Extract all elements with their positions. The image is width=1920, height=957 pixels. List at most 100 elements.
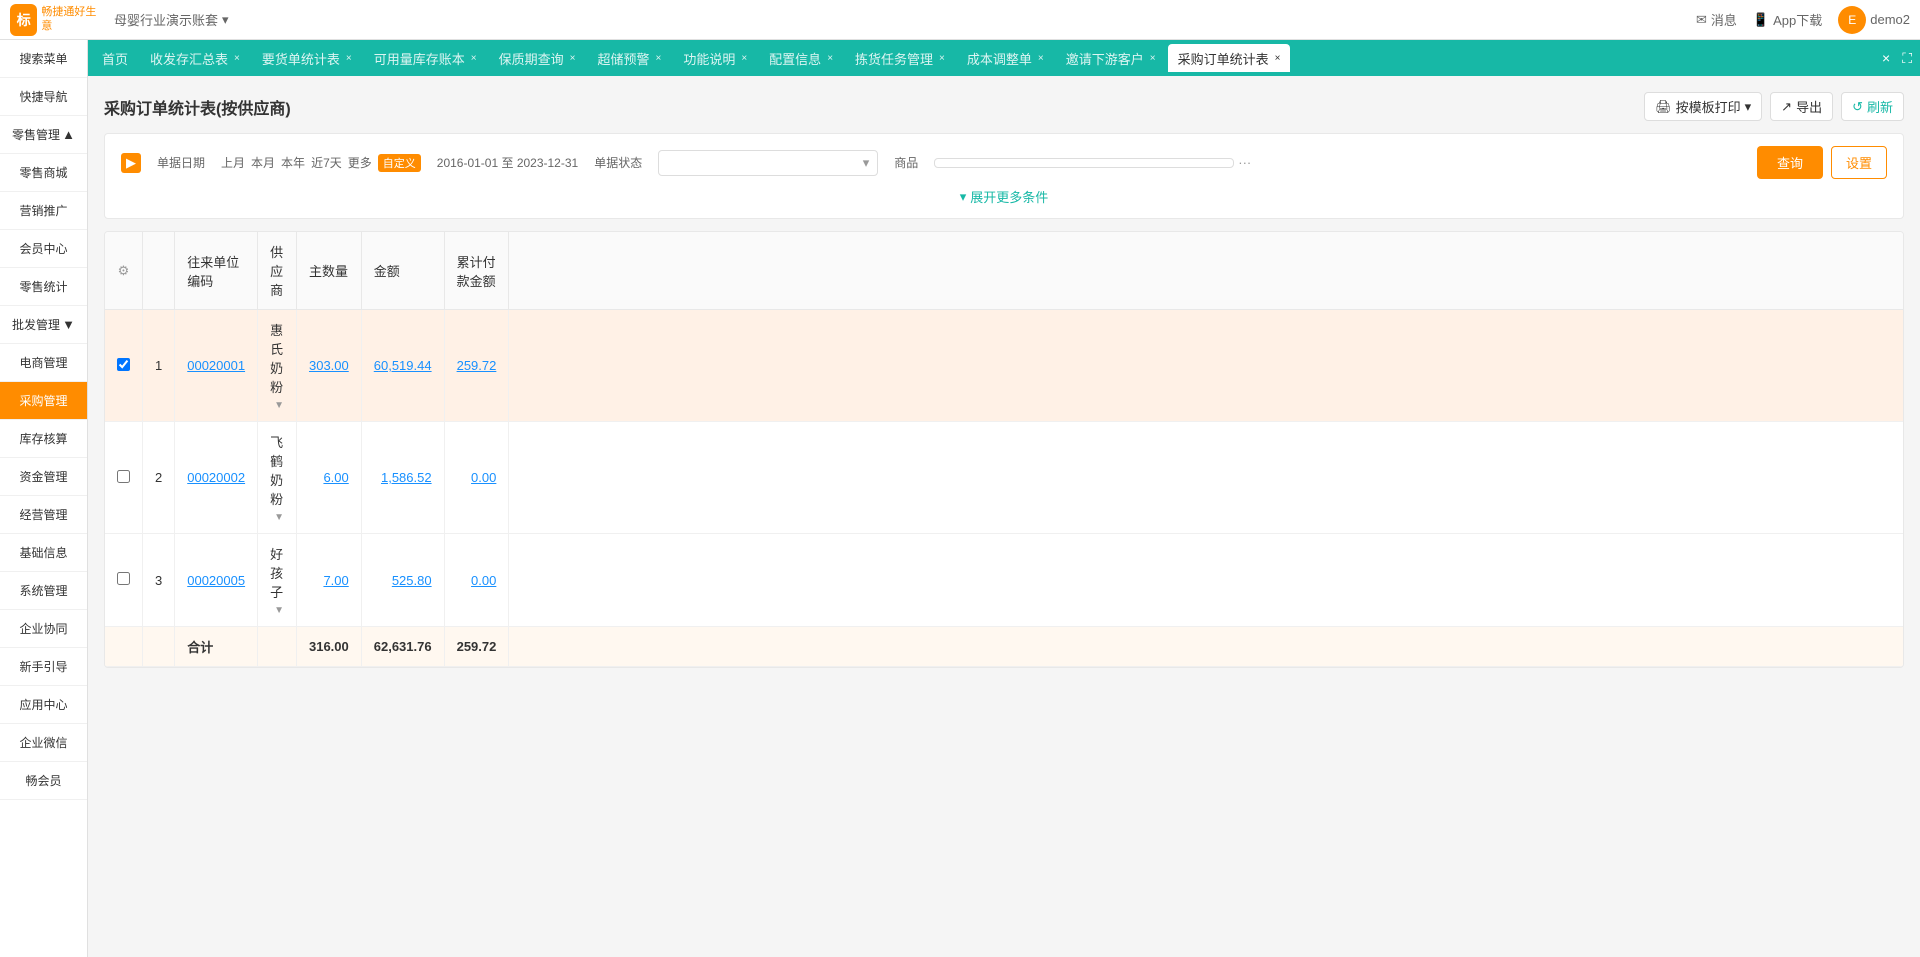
tab-home[interactable]: 首页 xyxy=(92,44,138,72)
sidebar-item-retail[interactable]: 零售管理 ▲ xyxy=(0,116,87,154)
tab-close-icon[interactable]: × xyxy=(1275,53,1281,64)
export-icon: ↗ xyxy=(1781,99,1792,115)
settings-icon[interactable]: ⚙ xyxy=(118,263,130,278)
tab-expiry[interactable]: 保质期查询 × xyxy=(489,44,586,72)
goods-more-button[interactable]: ··· xyxy=(1238,155,1251,170)
tab-invite[interactable]: 邀请下游客户 × xyxy=(1056,44,1166,72)
sidebar-item-marketing[interactable]: 营销推广 xyxy=(0,192,87,230)
td-row-check[interactable] xyxy=(105,422,143,534)
tab-close-icon[interactable]: × xyxy=(827,53,833,64)
sidebar-item-basic[interactable]: 基础信息 xyxy=(0,534,87,572)
tab-inventory-book[interactable]: 可用量库存账本 × xyxy=(364,44,487,72)
sidebar: 搜索菜单 快捷导航 零售管理 ▲ 零售商城 营销推广 会员中心 零售统计 批发管… xyxy=(0,40,88,957)
date-custom-tag[interactable]: 自定义 xyxy=(378,154,421,172)
td-qty[interactable]: 7.00 xyxy=(296,534,361,627)
workspace-selector[interactable]: 母婴行业演示账套 ▾ xyxy=(106,10,237,29)
table-row[interactable]: 2 00020002 飞鹤奶粉▼ 6.00 1,586.52 0.00 xyxy=(105,422,1903,534)
tab-close-icon[interactable]: × xyxy=(1038,53,1044,64)
tab-close-icon[interactable]: × xyxy=(1150,53,1156,64)
sidebar-item-batch[interactable]: 批发管理 ▼ xyxy=(0,306,87,344)
goods-input[interactable] xyxy=(934,158,1234,168)
td-amount[interactable]: 1,586.52 xyxy=(361,422,444,534)
tab-purchase-stat[interactable]: 要货单统计表 × xyxy=(252,44,362,72)
tab-close-icon[interactable]: × xyxy=(570,53,576,64)
export-button[interactable]: ↗ 导出 xyxy=(1770,92,1833,121)
tab-recv-send[interactable]: 收发存汇总表 × xyxy=(140,44,250,72)
table-row[interactable]: 1 00020001 惠氏奶粉▼ 303.00 60,519.44 259.72 xyxy=(105,310,1903,422)
user-area[interactable]: E demo2 xyxy=(1838,6,1910,34)
date-shortcut-more[interactable]: 更多 xyxy=(348,154,372,172)
th-settings[interactable]: ⚙ xyxy=(105,232,143,310)
filter-toggle-button[interactable]: ▶ xyxy=(121,153,141,173)
tab-overstock[interactable]: 超储预警 × xyxy=(587,44,671,72)
message-label: 消息 xyxy=(1711,10,1737,29)
tab-close-icon[interactable]: × xyxy=(939,53,945,64)
sidebar-item-system[interactable]: 系统管理 xyxy=(0,572,87,610)
chevron-down-icon: ▼ xyxy=(62,317,75,332)
sidebar-item-member[interactable]: 会员中心 xyxy=(0,230,87,268)
status-select[interactable]: ▾ xyxy=(658,150,878,176)
date-shortcut-thisyear[interactable]: 本年 xyxy=(281,154,305,172)
row-checkbox[interactable] xyxy=(117,572,130,585)
tab-close-all-button[interactable]: × xyxy=(1878,48,1894,68)
settings-button[interactable]: 设置 xyxy=(1831,146,1887,179)
tab-function[interactable]: 功能说明 × xyxy=(673,44,757,72)
td-paid[interactable]: 0.00 xyxy=(444,422,509,534)
app-download-button[interactable]: 📱 App下载 xyxy=(1753,10,1822,29)
sidebar-item-enterprise[interactable]: 企业协同 xyxy=(0,610,87,648)
td-amount[interactable]: 60,519.44 xyxy=(361,310,444,422)
sidebar-item-vip[interactable]: 畅会员 xyxy=(0,762,87,800)
tab-expand-button[interactable]: ⛶ xyxy=(1898,48,1916,69)
tab-label: 可用量库存账本 xyxy=(374,49,465,68)
tab-purchase-order-stat[interactable]: 采购订单统计表 × xyxy=(1168,44,1291,72)
tab-close-icon[interactable]: × xyxy=(346,53,352,64)
message-icon: ✉ xyxy=(1696,12,1707,28)
td-supplier-code[interactable]: 00020005 xyxy=(175,534,258,627)
message-button[interactable]: ✉ 消息 xyxy=(1696,10,1737,29)
sidebar-item-retail-stat[interactable]: 零售统计 xyxy=(0,268,87,306)
td-amount[interactable]: 525.80 xyxy=(361,534,444,627)
refresh-icon: ↺ xyxy=(1852,99,1863,115)
date-shortcut-thismonth[interactable]: 本月 xyxy=(251,154,275,172)
td-paid[interactable]: 259.72 xyxy=(444,310,509,422)
td-row-check[interactable] xyxy=(105,310,143,422)
tab-close-icon[interactable]: × xyxy=(655,53,661,64)
expand-more-button[interactable]: ▾ 展开更多条件 xyxy=(121,187,1887,206)
td-paid[interactable]: 0.00 xyxy=(444,534,509,627)
sidebar-item-finance[interactable]: 资金管理 xyxy=(0,458,87,496)
date-shortcut-lastmonth[interactable]: 上月 xyxy=(221,154,245,172)
sidebar-item-newbie[interactable]: 新手引导 xyxy=(0,648,87,686)
td-qty[interactable]: 303.00 xyxy=(296,310,361,422)
sidebar-item-ecommerce[interactable]: 电商管理 xyxy=(0,344,87,382)
table-row[interactable]: 3 00020005 好孩子▼ 7.00 525.80 0.00 xyxy=(105,534,1903,627)
sidebar-item-inventory[interactable]: 库存核算 xyxy=(0,420,87,458)
td-qty[interactable]: 6.00 xyxy=(296,422,361,534)
logo-area: 标 畅捷通好生意 xyxy=(10,4,98,36)
row-checkbox[interactable] xyxy=(117,358,130,371)
td-row-check[interactable] xyxy=(105,534,143,627)
td-index: 2 xyxy=(143,422,175,534)
td-supplier-code[interactable]: 00020001 xyxy=(175,310,258,422)
avatar: E xyxy=(1838,6,1866,34)
tab-close-icon[interactable]: × xyxy=(234,53,240,64)
query-button[interactable]: 查询 xyxy=(1757,146,1823,179)
sidebar-item-wechat[interactable]: 企业微信 xyxy=(0,724,87,762)
sidebar-item-app-center[interactable]: 应用中心 xyxy=(0,686,87,724)
refresh-button[interactable]: ↺ 刷新 xyxy=(1841,92,1904,121)
sidebar-item-search[interactable]: 搜索菜单 xyxy=(0,40,87,78)
tab-cost-adjust[interactable]: 成本调整单 × xyxy=(957,44,1054,72)
row-checkbox[interactable] xyxy=(117,470,130,483)
tab-close-icon[interactable]: × xyxy=(741,53,747,64)
tab-close-icon[interactable]: × xyxy=(471,53,477,64)
date-shortcut-7days[interactable]: 近7天 xyxy=(311,154,342,172)
tab-label: 收发存汇总表 xyxy=(150,49,228,68)
sidebar-item-quick-nav[interactable]: 快捷导航 xyxy=(0,78,87,116)
td-extra xyxy=(509,310,1903,422)
tab-pick-task[interactable]: 拣货任务管理 × xyxy=(845,44,955,72)
td-supplier-code[interactable]: 00020002 xyxy=(175,422,258,534)
print-button[interactable]: 🖨 按模板打印 ▾ xyxy=(1644,92,1762,121)
tab-config[interactable]: 配置信息 × xyxy=(759,44,843,72)
sidebar-item-operation[interactable]: 经营管理 xyxy=(0,496,87,534)
sidebar-item-purchase[interactable]: 采购管理 xyxy=(0,382,87,420)
sidebar-item-retail-mall[interactable]: 零售商城 xyxy=(0,154,87,192)
